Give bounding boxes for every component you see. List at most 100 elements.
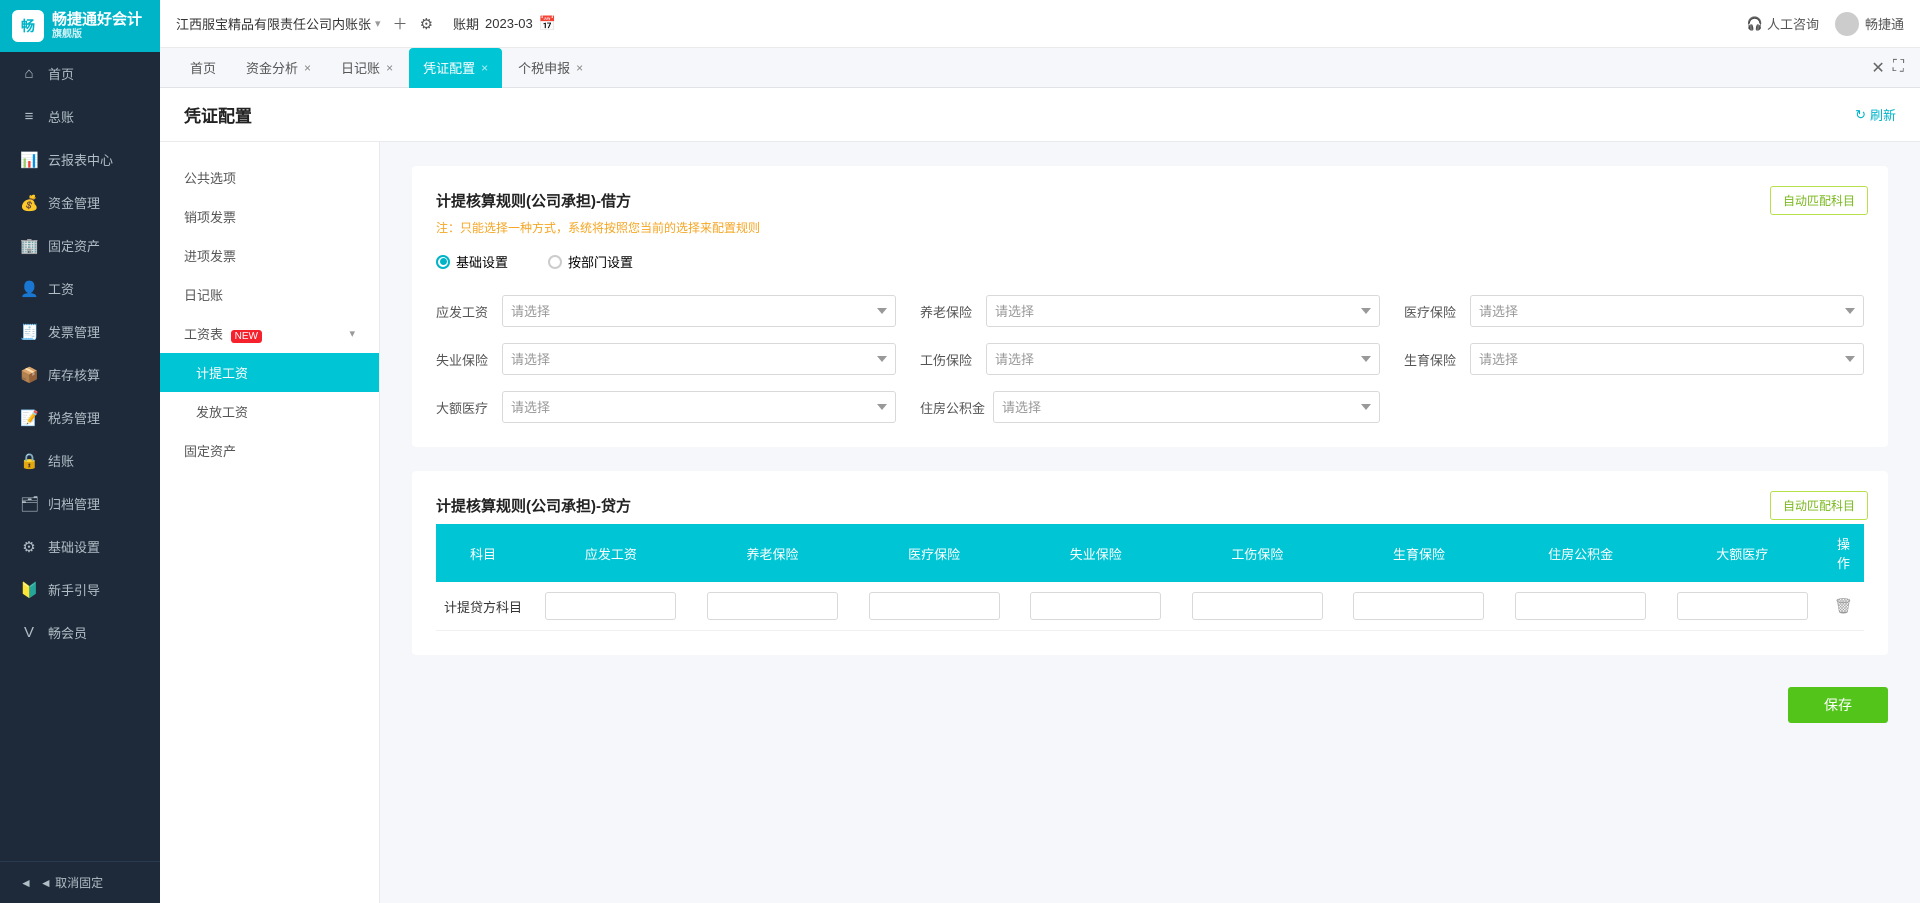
td-subject-label: 计提贷方科目: [436, 582, 530, 631]
left-nav-purchase-invoice[interactable]: 进项发票: [160, 236, 379, 275]
sidebar-item-archive[interactable]: 🗂 归档管理: [0, 482, 160, 525]
th-action: 操作: [1823, 524, 1864, 582]
left-nav-pay-salary[interactable]: 发放工资: [160, 392, 379, 431]
service-btn[interactable]: 🎧 人工咨询: [1747, 14, 1819, 33]
vip-icon: V: [20, 624, 38, 641]
radio-basic-label: 基础设置: [456, 252, 508, 271]
tab-fund-analysis-close[interactable]: ×: [304, 61, 311, 75]
input-zhufang[interactable]: [1515, 592, 1646, 620]
select-gongshang[interactable]: 请选择: [986, 343, 1380, 375]
delete-row-icon[interactable]: 🗑: [1834, 598, 1853, 615]
period-selector[interactable]: 账期 2023-03 📅: [453, 14, 556, 33]
debit-auto-match-btn[interactable]: 自动匹配科目: [1770, 186, 1868, 215]
tab-tax-report-close[interactable]: ×: [576, 61, 583, 75]
input-dale[interactable]: [1677, 592, 1808, 620]
input-yiliao[interactable]: [869, 592, 1000, 620]
user-info[interactable]: 畅捷通: [1835, 12, 1904, 36]
sidebar-item-reports[interactable]: 📊 云报表中心: [0, 138, 160, 181]
select-zhufang[interactable]: 请选择: [993, 391, 1380, 423]
label-shiye: 失业保险: [436, 350, 494, 369]
sidebar-item-ledger[interactable]: ≡ 总账: [0, 95, 160, 138]
select-yingfa[interactable]: 请选择: [502, 295, 896, 327]
guide-icon: 🔰: [20, 581, 38, 599]
credit-auto-match-btn[interactable]: 自动匹配科目: [1770, 491, 1868, 520]
radio-group: 基础设置 按部门设置: [436, 252, 1864, 271]
sidebar-item-tax[interactable]: 📝 税务管理: [0, 396, 160, 439]
select-shiye[interactable]: 请选择: [502, 343, 896, 375]
td-delete[interactable]: 🗑: [1823, 582, 1864, 631]
page-content: 凭证配置 ↻ 刷新 公共选项 销项发票 进项发票 日记账: [160, 88, 1920, 903]
tab-fund-analysis[interactable]: 资金分析 ×: [232, 48, 325, 88]
td-yingfa[interactable]: [530, 582, 692, 631]
td-yiliao[interactable]: [853, 582, 1015, 631]
logo-icon: 畅: [12, 10, 44, 42]
left-nav-salary-table-group[interactable]: 工资表 NEW ▾: [160, 314, 379, 353]
left-nav-journal[interactable]: 日记账: [160, 275, 379, 314]
save-area: 保存: [412, 679, 1888, 739]
td-dale[interactable]: [1661, 582, 1823, 631]
page-title: 凭证配置: [184, 102, 252, 127]
content-body: 公共选项 销项发票 进项发票 日记账 工资表 NEW ▾: [160, 142, 1920, 903]
td-zhufang[interactable]: [1500, 582, 1662, 631]
tabbar: 首页 资金分析 × 日记账 × 凭证配置 × 个税申报 × ✕ ⛶: [160, 48, 1920, 88]
tab-voucher-config[interactable]: 凭证配置 ×: [409, 48, 502, 88]
add-icon[interactable]: ＋: [393, 13, 408, 34]
refresh-btn[interactable]: ↻ 刷新: [1855, 105, 1896, 124]
tab-fund-analysis-label: 资金分析: [246, 58, 298, 77]
radio-by-dept[interactable]: 按部门设置: [548, 252, 633, 271]
td-shiye[interactable]: [1015, 582, 1177, 631]
tab-home-label: 首页: [190, 58, 216, 77]
save-button[interactable]: 保存: [1788, 687, 1888, 723]
refresh-label: 刷新: [1870, 105, 1896, 124]
td-gongshang[interactable]: [1177, 582, 1339, 631]
select-shengyu[interactable]: 请选择: [1470, 343, 1864, 375]
sidebar-item-label: 发票管理: [48, 322, 100, 341]
select-yanglao[interactable]: 请选择: [986, 295, 1380, 327]
tab-home[interactable]: 首页: [176, 48, 230, 88]
close-window-icon[interactable]: ✕: [1871, 58, 1884, 78]
left-nav-public[interactable]: 公共选项: [160, 158, 379, 197]
sidebar-item-guide[interactable]: 🔰 新手引导: [0, 568, 160, 611]
sidebar-item-invoice[interactable]: 🧾 发票管理: [0, 310, 160, 353]
radio-basic[interactable]: 基础设置: [436, 252, 508, 271]
tab-voucher-config-close[interactable]: ×: [481, 61, 488, 75]
input-shengyu[interactable]: [1353, 592, 1484, 620]
sidebar-item-salary[interactable]: 👤 工资: [0, 267, 160, 310]
input-yingfa[interactable]: [545, 592, 676, 620]
tab-journal-close[interactable]: ×: [386, 61, 393, 75]
gear-icon[interactable]: ⚙: [420, 15, 433, 33]
sidebar-item-label: 资金管理: [48, 193, 100, 212]
tab-journal[interactable]: 日记账 ×: [327, 48, 407, 88]
sidebar-item-inventory[interactable]: 📦 库存核算: [0, 353, 160, 396]
select-dale[interactable]: 请选择: [502, 391, 896, 423]
input-gongshang[interactable]: [1192, 592, 1323, 620]
left-nav-provision[interactable]: 计提工资: [160, 353, 379, 392]
left-nav-fixed-assets[interactable]: 固定资产: [160, 431, 379, 470]
sidebar-item-vip[interactable]: V 畅会员: [0, 611, 160, 654]
td-shengyu[interactable]: [1338, 582, 1500, 631]
select-yiliao[interactable]: 请选择: [1470, 295, 1864, 327]
input-shiye[interactable]: [1030, 592, 1161, 620]
avatar: [1835, 12, 1859, 36]
salary-icon: 👤: [20, 280, 38, 298]
company-selector[interactable]: 江西服宝精品有限责任公司内账张 ▾: [176, 14, 381, 33]
left-nav-sales-invoice[interactable]: 销项发票: [160, 197, 379, 236]
sidebar-item-fund[interactable]: 💰 资金管理: [0, 181, 160, 224]
tab-tax-report[interactable]: 个税申报 ×: [504, 48, 597, 88]
sidebar-item-fixed-assets[interactable]: 🏢 固定资产: [0, 224, 160, 267]
company-name: 江西服宝精品有限责任公司内账张: [176, 14, 371, 33]
topbar-right: 🎧 人工咨询 畅捷通: [1747, 12, 1904, 36]
sidebar-unpin-btn[interactable]: ◄ ◄ 取消固定: [0, 861, 160, 903]
td-yanglao[interactable]: [692, 582, 854, 631]
sidebar-item-label: 库存核算: [48, 365, 100, 384]
sidebar-item-home[interactable]: ⌂ 首页: [0, 52, 160, 95]
expand-icon[interactable]: ⛶: [1893, 58, 1904, 78]
sidebar-item-closing[interactable]: 🔒 结账: [0, 439, 160, 482]
input-yanglao[interactable]: [707, 592, 838, 620]
form-item-yingfa: 应发工资 请选择: [436, 295, 896, 327]
inventory-icon: 📦: [20, 366, 38, 384]
calendar-icon[interactable]: 📅: [539, 15, 556, 32]
debit-form-grid: 应发工资 请选择 养老保险 请选择 医疗保险: [436, 295, 1864, 423]
sidebar-item-settings[interactable]: ⚙ 基础设置: [0, 525, 160, 568]
th-shengyu: 生育保险: [1338, 524, 1500, 582]
